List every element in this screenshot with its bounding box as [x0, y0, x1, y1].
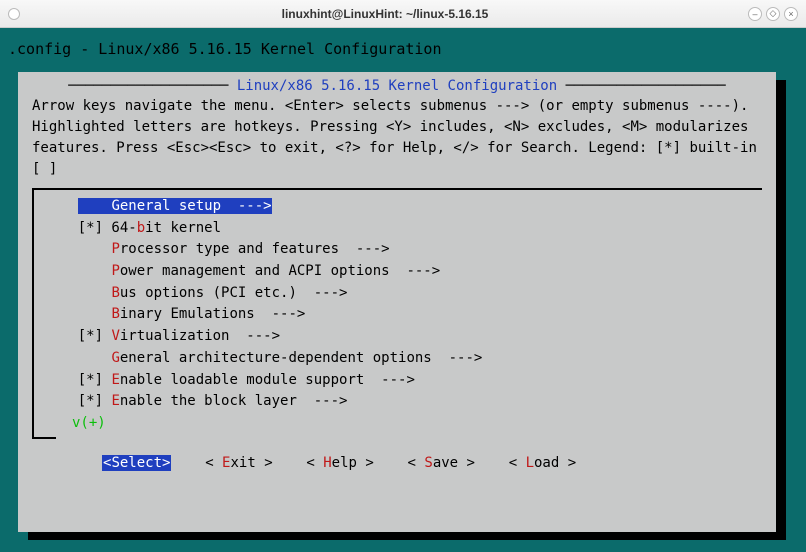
dialog-title-dash-right: ─────────────────── [557, 78, 726, 94]
menu-item[interactable]: [*] Enable loadable module support ---> [44, 370, 752, 392]
app-menu-icon[interactable] [8, 8, 20, 20]
menu-item[interactable]: Processor type and features ---> [44, 239, 752, 261]
exit-button[interactable]: < Exit > [205, 455, 272, 471]
help-button[interactable]: < Help > [306, 455, 373, 471]
minimize-button[interactable]: – [748, 7, 762, 21]
menu-item[interactable]: [*] 64-bit kernel [44, 218, 752, 240]
menu-item[interactable]: Binary Emulations ---> [44, 304, 752, 326]
menu-item[interactable]: [*] Virtualization ---> [44, 326, 752, 348]
instructions-text: Arrow keys navigate the menu. <Enter> se… [32, 96, 762, 180]
menu-item[interactable]: [*] Enable the block layer ---> [44, 391, 752, 413]
menuconfig-dialog: ─────────────────── Linux/x86 5.16.15 Ke… [18, 72, 776, 532]
config-header: .config - Linux/x86 5.16.15 Kernel Confi… [6, 36, 794, 64]
window-titlebar: linuxhint@LinuxHint: ~/linux-5.16.15 – ◇… [0, 0, 806, 28]
menu-item[interactable]: General setup ---> [44, 196, 752, 218]
terminal: .config - Linux/x86 5.16.15 Kernel Confi… [0, 28, 806, 552]
dialog-title-dash-left: ─────────────────── [68, 78, 237, 94]
menu-item[interactable]: General architecture-dependent options -… [44, 348, 752, 370]
load-button[interactable]: < Load > [509, 455, 576, 471]
close-button[interactable]: × [784, 7, 798, 21]
menu-box: General setup ---> [*] 64-bit kernel Pro… [32, 188, 762, 439]
more-indicator: v(+) [44, 413, 752, 435]
maximize-button[interactable]: ◇ [766, 7, 780, 21]
button-bar: <Select> < Exit > < Help > < Save > < Lo… [32, 455, 762, 471]
dialog-title: Linux/x86 5.16.15 Kernel Configuration [237, 78, 557, 94]
menu-item[interactable]: Bus options (PCI etc.) ---> [44, 283, 752, 305]
window-title: linuxhint@LinuxHint: ~/linux-5.16.15 [26, 7, 744, 21]
menu-item[interactable]: Power management and ACPI options ---> [44, 261, 752, 283]
select-button[interactable]: <Select> [102, 455, 171, 471]
save-button[interactable]: < Save > [408, 455, 475, 471]
